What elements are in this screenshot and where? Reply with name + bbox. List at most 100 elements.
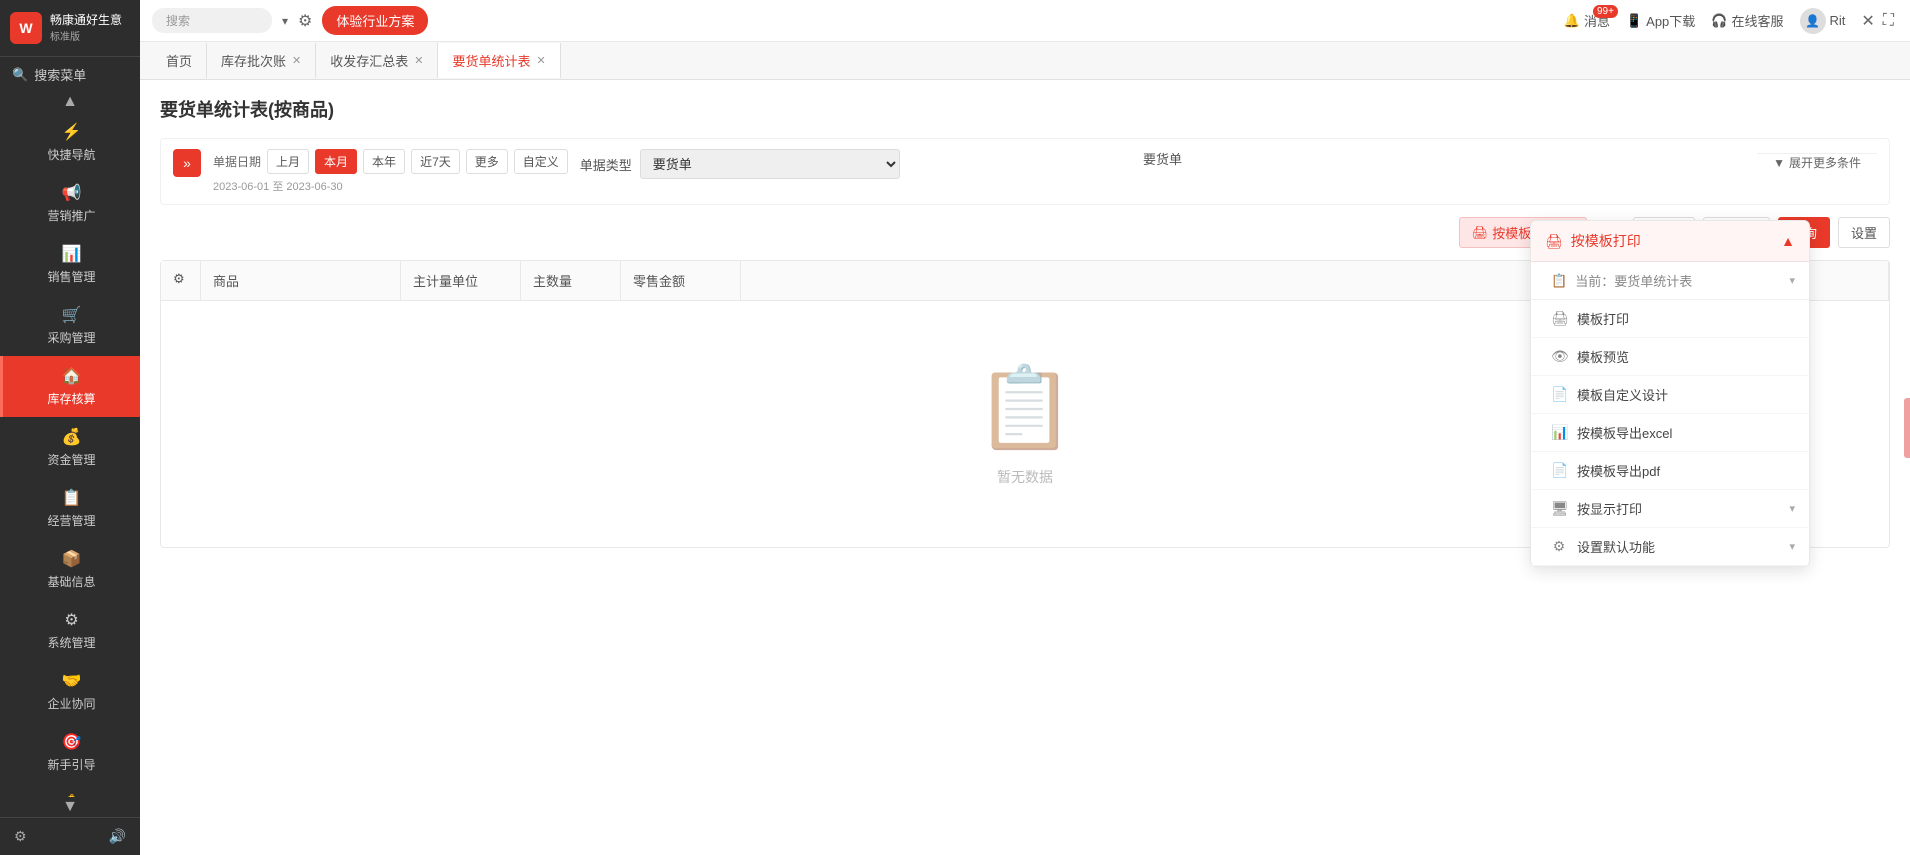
enterprise-icon: 🤝 xyxy=(62,671,82,691)
app-logo-icon: W xyxy=(10,12,42,44)
sidebar-item-operations[interactable]: 📋 经营管理 xyxy=(0,478,140,539)
phone-icon: 📱 xyxy=(1626,13,1642,29)
sidebar-item-system[interactable]: ⚙ 系统管理 xyxy=(0,600,140,661)
current-label: 当前：要货单统计表 xyxy=(1575,271,1692,290)
topbar-search-box[interactable]: 搜索 xyxy=(152,8,272,33)
date-filter-group: 单据日期 上月 本月 本年 近7天 更多 自定义 2023-06-01 至 20… xyxy=(213,149,568,194)
sidebar-settings-icon[interactable]: ⚙ xyxy=(14,828,27,845)
sales-label: 销售管理 xyxy=(47,268,95,285)
sidebar-item-inventory[interactable]: 🏠 库存核算 xyxy=(0,356,140,417)
col-amount: 零售金额 xyxy=(621,261,741,300)
dropdown-current-item[interactable]: 📋 当前：要货单统计表 ▾ xyxy=(1531,262,1809,300)
sidebar-item-sales[interactable]: 📊 销售管理 xyxy=(0,234,140,295)
window-controls: ✕ ⛶ xyxy=(1861,11,1898,31)
quick-nav-label: 快捷导航 xyxy=(47,146,95,163)
tab-order-stats-close[interactable]: ✕ xyxy=(537,54,546,67)
template-custom-label: 模板自定义设计 xyxy=(1577,385,1668,404)
dropdown-header[interactable]: 🖨 按模板打印 ▲ xyxy=(1531,221,1809,262)
system-icon: ⚙ xyxy=(64,610,78,630)
sidebar-item-purchase[interactable]: 🛒 采购管理 xyxy=(0,295,140,356)
avatar: 👤 xyxy=(1800,8,1826,34)
window-close-icon[interactable]: ✕ xyxy=(1861,11,1874,31)
sidebar-search[interactable]: 🔍 搜索菜单 xyxy=(0,57,140,92)
basic-info-label: 基础信息 xyxy=(47,573,95,590)
type-filter-select[interactable]: 要货单 xyxy=(640,149,900,179)
main-area: 搜索 ▾ ⚙ 体验行业方案 🔔 消息 99+ 📱 App下载 🎧 在线客服 👤 … xyxy=(140,0,1910,855)
sidebar-item-enterprise[interactable]: 🤝 企业协同 xyxy=(0,661,140,722)
sidebar-item-new-guide[interactable]: 🎯 新手引导 xyxy=(0,722,140,783)
app-download-button[interactable]: 📱 App下载 xyxy=(1626,11,1695,30)
expand-more-icon: ▼ xyxy=(1773,156,1785,170)
sidebar-scroll-up[interactable]: ▲ xyxy=(0,92,140,112)
sidebar-logo: W 畅康通好生意 标准版 xyxy=(0,0,140,57)
topbar-dropdown-arrow[interactable]: ▾ xyxy=(282,14,288,28)
date-btn-more[interactable]: 更多 xyxy=(466,149,508,174)
sidebar-sound-icon[interactable]: 🔊 xyxy=(109,828,126,845)
sidebar-item-marketing[interactable]: 📢 营销推广 xyxy=(0,173,140,234)
dropdown-close-arrow[interactable]: ▲ xyxy=(1781,233,1795,249)
template-custom-icon: 📄 xyxy=(1551,386,1567,403)
date-btn-custom[interactable]: 自定义 xyxy=(514,149,568,174)
expand-more-button[interactable]: ▼ 展开更多条件 xyxy=(1757,153,1877,171)
tab-home[interactable]: 首页 xyxy=(152,43,207,78)
filter-expand-button[interactable]: » xyxy=(173,149,201,177)
inventory-label: 库存核算 xyxy=(47,390,95,407)
operations-icon: 📋 xyxy=(62,488,82,508)
sidebar-item-app-center[interactable]: 🔔 应用中心 xyxy=(0,783,140,797)
dropdown-item-template-print[interactable]: 🖨 模板打印 xyxy=(1531,300,1809,338)
template-preview-icon: 👁 xyxy=(1551,348,1567,365)
dropdown-item-template-preview[interactable]: 👁 模板预览 xyxy=(1531,338,1809,376)
sidebar-bottom: ⚙ 🔊 xyxy=(0,817,140,855)
online-service-button[interactable]: 🎧 在线客服 xyxy=(1711,11,1783,30)
col-unit: 主计量单位 xyxy=(401,261,521,300)
dropdown-item-display-print[interactable]: 🖥 按显示打印 ▾ xyxy=(1531,490,1809,528)
dropdown-item-template-custom[interactable]: 📄 模板自定义设计 xyxy=(1531,376,1809,414)
app-name-group: 畅康通好生意 标准版 xyxy=(50,13,122,44)
date-range-display: 2023-06-01 至 2023-06-30 xyxy=(213,178,568,194)
dropdown-item-export-pdf[interactable]: 📄 按模板导出pdf xyxy=(1531,452,1809,490)
inventory-icon: 🏠 xyxy=(62,366,82,386)
dropdown-item-set-default[interactable]: ⚙ 设置默认功能 ▾ xyxy=(1531,528,1809,566)
tab-receipt-summary-close[interactable]: ✕ xyxy=(414,54,423,67)
marketing-label: 营销推广 xyxy=(47,207,95,224)
sidebar-item-finance[interactable]: 💰 资金管理 xyxy=(0,417,140,478)
tab-order-stats-label: 要货单统计表 xyxy=(452,51,530,70)
set-default-chevron: ▾ xyxy=(1789,540,1795,553)
quick-nav-icon: ⚡ xyxy=(62,122,82,142)
tab-inventory-batch[interactable]: 库存批次账 ✕ xyxy=(207,43,316,78)
dropdown-printer-icon: 🖨 xyxy=(1545,233,1563,250)
settings-button[interactable]: 设置 xyxy=(1838,217,1890,248)
sidebar-scroll-down[interactable]: ▼ xyxy=(0,797,140,817)
date-btn-this-month[interactable]: 本月 xyxy=(315,149,357,174)
dropdown-item-export-excel[interactable]: 📊 按模板导出excel xyxy=(1531,414,1809,452)
tab-receipt-summary[interactable]: 收发存汇总表 ✕ xyxy=(316,43,438,78)
messages-button[interactable]: 🔔 消息 99+ xyxy=(1564,11,1610,30)
user-name: Rit xyxy=(1830,13,1846,28)
col-qty: 主数量 xyxy=(521,261,621,300)
topbar-settings-icon[interactable]: ⚙ xyxy=(298,11,312,31)
tab-receipt-summary-label: 收发存汇总表 xyxy=(330,51,408,70)
expand-more-label: 展开更多条件 xyxy=(1789,154,1861,171)
tab-order-stats[interactable]: 要货单统计表 ✕ xyxy=(438,43,560,78)
new-guide-label: 新手引导 xyxy=(47,756,95,773)
message-bell-icon: 🔔 xyxy=(1564,13,1580,29)
date-btn-this-year[interactable]: 本年 xyxy=(363,149,405,174)
date-btn-7days[interactable]: 近7天 xyxy=(411,149,460,174)
basic-info-icon: 📦 xyxy=(62,549,82,569)
date-btn-last-month[interactable]: 上月 xyxy=(267,149,309,174)
display-print-icon: 🖥 xyxy=(1551,500,1567,517)
sidebar-search-label: 搜索菜单 xyxy=(34,65,86,84)
finance-label: 资金管理 xyxy=(47,451,95,468)
sidebar-item-basic-info[interactable]: 📦 基础信息 xyxy=(0,539,140,600)
col-settings: ⚙ xyxy=(161,261,201,300)
user-avatar[interactable]: 👤 Rit xyxy=(1800,8,1846,34)
sidebar-item-quick-nav[interactable]: ⚡ 快捷导航 xyxy=(0,112,140,173)
headset-icon: 🎧 xyxy=(1711,13,1727,29)
export-pdf-icon: 📄 xyxy=(1551,462,1567,479)
window-maximize-icon[interactable]: ⛶ xyxy=(1883,12,1894,30)
trial-button[interactable]: 体验行业方案 xyxy=(322,6,428,35)
tab-inventory-batch-close[interactable]: ✕ xyxy=(292,54,301,67)
resize-handle[interactable] xyxy=(1904,398,1910,458)
messages-badge: 99+ xyxy=(1593,5,1618,18)
topbar-right: 🔔 消息 99+ 📱 App下载 🎧 在线客服 👤 Rit ✕ ⛶ xyxy=(1564,8,1898,34)
